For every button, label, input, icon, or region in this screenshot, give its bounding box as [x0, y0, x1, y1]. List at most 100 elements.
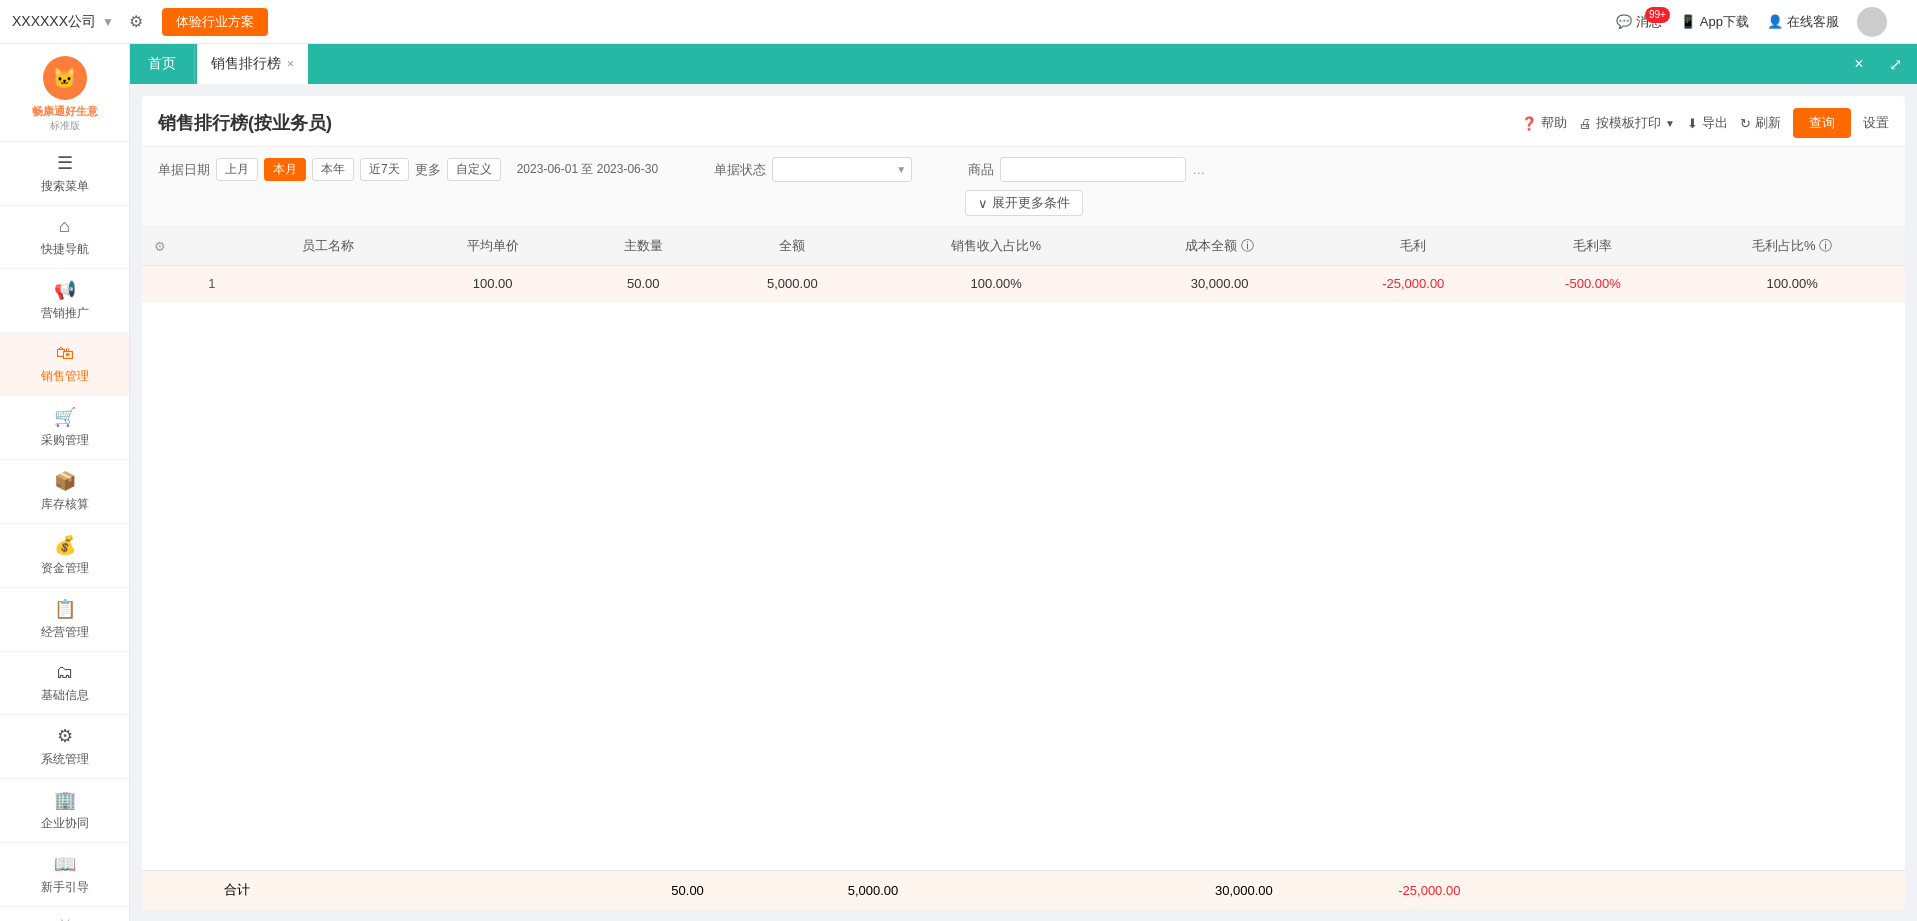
export-icon: ⬇	[1687, 116, 1698, 131]
sidebar-item-sales[interactable]: 🛍 销售管理	[0, 333, 129, 396]
tab-close-window-icon[interactable]: ×	[1845, 50, 1873, 78]
trial-button[interactable]: 体验行业方案	[162, 8, 268, 36]
sidebar-item-label: 库存核算	[41, 496, 89, 513]
cell-avg-price: 100.00	[410, 266, 575, 302]
footer-total-label: 合计	[224, 881, 409, 899]
apps-icon: 📺	[54, 917, 76, 921]
logo-sub: 标准版	[50, 119, 80, 133]
last-month-button[interactable]: 上月	[216, 158, 258, 181]
avatar[interactable]	[1857, 7, 1887, 37]
recent7-button[interactable]: 近7天	[360, 158, 409, 181]
sidebar-item-search[interactable]: ☰ 搜索菜单	[0, 142, 129, 206]
expand-conditions-button[interactable]: ∨ 展开更多条件	[965, 190, 1083, 216]
status-select[interactable]	[772, 157, 912, 182]
sidebar-item-basic[interactable]: 🗂 基础信息	[0, 652, 129, 715]
sidebar-logo: 🐱 畅康通好生意 标准版	[0, 44, 129, 142]
this-month-button[interactable]: 本月	[264, 158, 306, 181]
goods-input[interactable]	[1000, 157, 1186, 182]
top-bar-right: 💬 消息 99+ 📱 App下载 👤 在线客服	[1616, 7, 1905, 37]
search-menu-icon: ☰	[57, 152, 73, 174]
marketing-icon: 📢	[54, 279, 76, 301]
sidebar-item-finance[interactable]: 💰 资金管理	[0, 524, 129, 588]
enterprise-icon: 🏢	[54, 789, 76, 811]
expand-icon: ∨	[978, 196, 988, 211]
col-gross-ratio: 毛利占比% ⓘ	[1679, 227, 1905, 266]
refresh-label: 刷新	[1755, 114, 1781, 132]
table-header: ⚙ 员工名称 平均单价 主数量 全额 销售收入占比% 成本全额 ⓘ 毛利 毛利率	[142, 227, 1905, 266]
status-filter-group: 单据状态 ▼	[714, 157, 912, 182]
logo-text: 畅康通好生意	[32, 104, 98, 119]
operation-icon: 📋	[54, 598, 76, 620]
sidebar-item-label: 经营管理	[41, 624, 89, 641]
settings-button[interactable]: 设置	[1863, 114, 1889, 132]
sidebar-item-label: 采购管理	[41, 432, 89, 449]
message-icon: 💬	[1616, 14, 1632, 29]
cell-cost-amount: 30,000.00	[1119, 266, 1320, 302]
gear-icon[interactable]: ⚙	[122, 8, 150, 36]
sidebar-item-system[interactable]: ⚙ 系统管理	[0, 715, 129, 779]
goods-filter-group: 商品 …	[968, 157, 1205, 182]
tab-sales-ranking[interactable]: 销售排行榜 ×	[197, 44, 308, 84]
filter-area: 单据日期 上月 本月 本年 近7天 更多 自定义 2023-06-01 至 20…	[142, 147, 1905, 227]
sidebar: 🐱 畅康通好生意 标准版 ☰ 搜索菜单 ⌂ 快捷导航 📢 营销推广 🛍 销售管理…	[0, 44, 130, 921]
app-download-button[interactable]: 📱 App下载	[1680, 13, 1749, 31]
goods-more-icon[interactable]: …	[1192, 162, 1205, 177]
col-settings[interactable]: ⚙	[142, 227, 178, 266]
status-select-wrapper: ▼	[772, 157, 912, 182]
company-selector[interactable]: XXXXXX公司 ▼	[12, 13, 114, 31]
app-icon: 📱	[1680, 14, 1696, 29]
sidebar-item-label: 资金管理	[41, 560, 89, 577]
help-button[interactable]: ❓ 帮助	[1521, 114, 1567, 132]
table-header-row: ⚙ 员工名称 平均单价 主数量 全额 销售收入占比% 成本全额 ⓘ 毛利 毛利率	[142, 227, 1905, 266]
status-filter-label: 单据状态	[714, 161, 766, 179]
cell-employee	[246, 266, 411, 302]
cell-sales-ratio: 100.00%	[873, 266, 1119, 302]
custom-date-button[interactable]: 自定义	[447, 158, 501, 181]
refresh-button[interactable]: ↻ 刷新	[1740, 114, 1781, 132]
cell-gross-rate: -500.00%	[1507, 266, 1680, 302]
sidebar-item-shortcut[interactable]: ⌂ 快捷导航	[0, 206, 129, 269]
basic-icon: 🗂	[56, 662, 74, 683]
sidebar-item-label: 企业协同	[41, 815, 89, 832]
settings-label: 设置	[1863, 114, 1889, 132]
sales-table: ⚙ 员工名称 平均单价 主数量 全额 销售收入占比% 成本全额 ⓘ 毛利 毛利率	[142, 227, 1905, 302]
footer-amount: 5,000.00	[780, 883, 965, 898]
print-button[interactable]: 🖨 按模板打印 ▼	[1579, 114, 1675, 132]
cell-expand	[142, 266, 178, 302]
filter-row-1: 单据日期 上月 本月 本年 近7天 更多 自定义 2023-06-01 至 20…	[158, 157, 1889, 182]
sidebar-item-marketing[interactable]: 📢 营销推广	[0, 269, 129, 333]
main-layout: 🐱 畅康通好生意 标准版 ☰ 搜索菜单 ⌂ 快捷导航 📢 营销推广 🛍 销售管理…	[0, 44, 1917, 921]
query-button[interactable]: 查询	[1793, 108, 1851, 138]
sidebar-item-apps[interactable]: 📺 应用中心	[0, 907, 129, 921]
purchase-icon: 🛒	[54, 406, 76, 428]
sidebar-item-purchase[interactable]: 🛒 采购管理	[0, 396, 129, 460]
message-button[interactable]: 💬 消息 99+	[1616, 13, 1662, 31]
export-button[interactable]: ⬇ 导出	[1687, 114, 1728, 132]
message-badge: 99+	[1645, 7, 1670, 23]
date-filter-group: 单据日期 上月 本月 本年 近7天 更多 自定义	[158, 158, 501, 181]
sidebar-item-guide[interactable]: 📖 新手引导	[0, 843, 129, 907]
sidebar-item-enterprise[interactable]: 🏢 企业协同	[0, 779, 129, 843]
sidebar-item-inventory[interactable]: 📦 库存核算	[0, 460, 129, 524]
this-year-button[interactable]: 本年	[312, 158, 354, 181]
cell-amount: 5,000.00	[712, 266, 874, 302]
system-icon: ⚙	[57, 725, 73, 747]
table-body: 1 100.00 50.00 5,000.00 100.00% 30,000.0…	[142, 266, 1905, 302]
tab-close-icon[interactable]: ×	[287, 57, 294, 71]
date-range-display: 2023-06-01 至 2023-06-30	[517, 161, 658, 178]
cell-gross: -25,000.00	[1320, 266, 1507, 302]
col-gross-rate: 毛利率	[1507, 227, 1680, 266]
service-label: 在线客服	[1787, 13, 1839, 31]
online-service-button[interactable]: 👤 在线客服	[1767, 13, 1839, 31]
sidebar-item-operation[interactable]: 📋 经营管理	[0, 588, 129, 652]
tab-bar-right: × ⤢	[1845, 50, 1917, 78]
table-area: ⚙ 员工名称 平均单价 主数量 全额 销售收入占比% 成本全额 ⓘ 毛利 毛利率	[142, 227, 1905, 870]
tab-maximize-icon[interactable]: ⤢	[1881, 50, 1909, 78]
page-content: 销售排行榜(按业务员) ❓ 帮助 🖨 按模板打印 ▼ ⬇	[130, 84, 1917, 921]
sales-icon: 🛍	[56, 343, 74, 364]
more-date-link[interactable]: 更多	[415, 161, 441, 179]
sidebar-item-label: 快捷导航	[41, 241, 89, 258]
export-label: 导出	[1702, 114, 1728, 132]
inventory-icon: 📦	[54, 470, 76, 492]
tab-home[interactable]: 首页	[130, 44, 195, 84]
